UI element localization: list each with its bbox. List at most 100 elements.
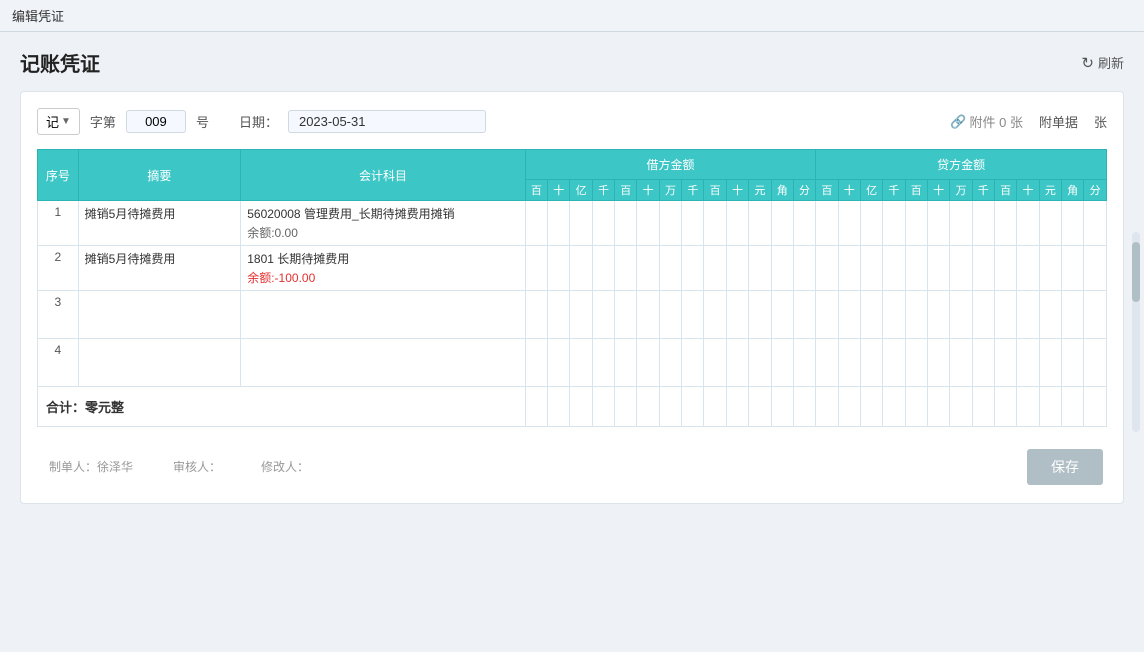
row-4-debit-2[interactable] xyxy=(548,339,570,387)
row-3-credit-12[interactable] xyxy=(1061,291,1083,339)
row-1-debit-10[interactable] xyxy=(726,201,748,246)
row-1-debit-5[interactable] xyxy=(615,201,637,246)
row-3-credit-3[interactable] xyxy=(860,291,882,339)
row-3-credit-7[interactable] xyxy=(950,291,972,339)
row-3-debit-13[interactable] xyxy=(793,291,815,339)
row-1-credit-13[interactable] xyxy=(1084,201,1107,246)
row-3-credit-4[interactable] xyxy=(883,291,905,339)
row-2-credit-1[interactable] xyxy=(816,246,838,291)
row-3-debit-10[interactable] xyxy=(726,291,748,339)
row-4-debit-7[interactable] xyxy=(659,339,681,387)
scrollbar-thumb[interactable] xyxy=(1132,242,1140,302)
refresh-button[interactable]: ↻ 刷新 xyxy=(1081,53,1124,72)
single-voucher-button[interactable]: 附单据 xyxy=(1039,112,1078,131)
row-4-credit-12[interactable] xyxy=(1061,339,1083,387)
row-3-debit-5[interactable] xyxy=(615,291,637,339)
row-1-credit-9[interactable] xyxy=(994,201,1016,246)
date-input[interactable] xyxy=(288,110,486,133)
row-2-credit-11[interactable] xyxy=(1039,246,1061,291)
row-4-debit-1[interactable] xyxy=(525,339,547,387)
row-4-credit-6[interactable] xyxy=(927,339,949,387)
row-1-credit-12[interactable] xyxy=(1061,201,1083,246)
row-1-debit-11[interactable] xyxy=(749,201,771,246)
row-4-credit-3[interactable] xyxy=(860,339,882,387)
row-4-credit-13[interactable] xyxy=(1084,339,1107,387)
row-2-credit-8[interactable] xyxy=(972,246,994,291)
save-button[interactable]: 保存 xyxy=(1027,449,1103,485)
row-3-debit-8[interactable] xyxy=(682,291,704,339)
voucher-type-button[interactable]: 记 ▼ xyxy=(37,108,80,135)
row-4-credit-1[interactable] xyxy=(816,339,838,387)
row-4-debit-8[interactable] xyxy=(682,339,704,387)
row-3-credit-5[interactable] xyxy=(905,291,927,339)
row-3-debit-12[interactable] xyxy=(771,291,793,339)
row-1-debit-9[interactable] xyxy=(704,201,726,246)
row-3-credit-11[interactable] xyxy=(1039,291,1061,339)
row-2-debit-6[interactable] xyxy=(637,246,659,291)
row-1-summary[interactable]: 摊销5月待摊费用 xyxy=(78,201,241,246)
row-3-debit-3[interactable] xyxy=(570,291,592,339)
row-2-debit-7[interactable] xyxy=(659,246,681,291)
row-2-debit-5[interactable] xyxy=(615,246,637,291)
row-4-credit-9[interactable] xyxy=(994,339,1016,387)
row-2-debit-1[interactable] xyxy=(525,246,547,291)
row-4-credit-5[interactable] xyxy=(905,339,927,387)
row-4-credit-10[interactable] xyxy=(1017,339,1039,387)
row-2-debit-4[interactable] xyxy=(592,246,614,291)
row-4-debit-3[interactable] xyxy=(570,339,592,387)
row-4-summary[interactable] xyxy=(78,339,241,387)
row-3-debit-1[interactable] xyxy=(525,291,547,339)
row-1-credit-7[interactable] xyxy=(950,201,972,246)
row-2-credit-2[interactable] xyxy=(838,246,860,291)
row-2-debit-12[interactable] xyxy=(771,246,793,291)
row-1-debit-3[interactable] xyxy=(570,201,592,246)
row-2-debit-8[interactable] xyxy=(682,246,704,291)
row-3-debit-4[interactable] xyxy=(592,291,614,339)
row-3-credit-8[interactable] xyxy=(972,291,994,339)
row-2-debit-11[interactable] xyxy=(749,246,771,291)
row-1-credit-2[interactable] xyxy=(838,201,860,246)
row-1-debit-4[interactable] xyxy=(592,201,614,246)
row-3-debit-9[interactable] xyxy=(704,291,726,339)
row-2-account[interactable]: 1801 长期待摊费用余额:-100.00 xyxy=(241,246,526,291)
scrollbar-track[interactable] xyxy=(1132,232,1140,432)
row-4-credit-2[interactable] xyxy=(838,339,860,387)
row-1-debit-7[interactable] xyxy=(659,201,681,246)
row-2-credit-10[interactable] xyxy=(1017,246,1039,291)
row-2-credit-13[interactable] xyxy=(1084,246,1107,291)
row-4-credit-8[interactable] xyxy=(972,339,994,387)
row-1-credit-4[interactable] xyxy=(883,201,905,246)
row-4-debit-5[interactable] xyxy=(615,339,637,387)
row-1-account[interactable]: 56020008 管理费用_长期待摊费用摊销余额:0.00 xyxy=(241,201,526,246)
row-1-credit-6[interactable] xyxy=(927,201,949,246)
row-1-debit-6[interactable] xyxy=(637,201,659,246)
row-3-credit-1[interactable] xyxy=(816,291,838,339)
row-1-debit-1[interactable] xyxy=(525,201,547,246)
row-1-credit-11[interactable] xyxy=(1039,201,1061,246)
row-4-debit-10[interactable] xyxy=(726,339,748,387)
row-1-credit-1[interactable] xyxy=(816,201,838,246)
row-4-account[interactable] xyxy=(241,339,526,387)
row-1-credit-5[interactable] xyxy=(905,201,927,246)
row-2-credit-9[interactable] xyxy=(994,246,1016,291)
row-4-debit-6[interactable] xyxy=(637,339,659,387)
row-2-credit-6[interactable] xyxy=(927,246,949,291)
row-2-credit-3[interactable] xyxy=(860,246,882,291)
row-2-credit-5[interactable] xyxy=(905,246,927,291)
row-4-debit-4[interactable] xyxy=(592,339,614,387)
row-3-debit-11[interactable] xyxy=(749,291,771,339)
row-4-credit-11[interactable] xyxy=(1039,339,1061,387)
row-2-debit-9[interactable] xyxy=(704,246,726,291)
row-4-credit-7[interactable] xyxy=(950,339,972,387)
row-2-debit-13[interactable] xyxy=(793,246,815,291)
row-1-debit-2[interactable] xyxy=(548,201,570,246)
row-2-credit-4[interactable] xyxy=(883,246,905,291)
voucher-number-input[interactable] xyxy=(126,110,186,133)
row-1-credit-3[interactable] xyxy=(860,201,882,246)
row-1-debit-12[interactable] xyxy=(771,201,793,246)
row-4-debit-13[interactable] xyxy=(793,339,815,387)
row-2-debit-2[interactable] xyxy=(548,246,570,291)
attachment-link[interactable]: 🔗 附件 0 张 xyxy=(950,112,1023,131)
row-4-debit-9[interactable] xyxy=(704,339,726,387)
row-3-debit-7[interactable] xyxy=(659,291,681,339)
